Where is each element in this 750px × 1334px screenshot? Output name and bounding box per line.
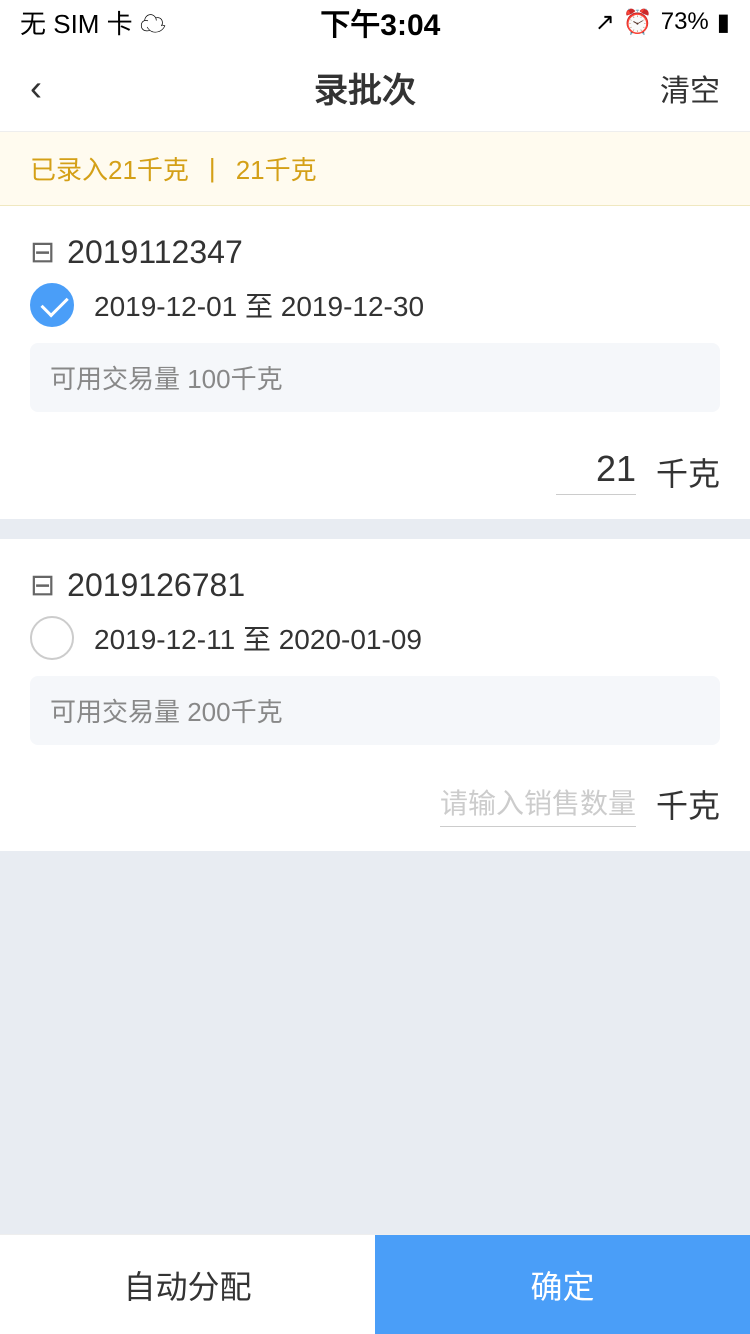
batch-2-icon: ⊟ xyxy=(30,568,55,603)
status-right: ↗ ⏰ 73% ▮ xyxy=(595,8,730,37)
page-title: 录批次 xyxy=(90,63,640,112)
batch-1-number: 2019112347 xyxy=(67,234,243,271)
summary-amount: 21千克 xyxy=(236,150,317,187)
clear-button[interactable]: 清空 xyxy=(640,66,720,110)
no-sim-text: 无 SIM 卡 ☁ xyxy=(20,4,166,41)
batch-2-amount-input[interactable]: 请输入销售数量 xyxy=(440,782,636,827)
alarm-icon: ⏰ xyxy=(623,8,653,37)
batch-1-amount-input[interactable]: 21 xyxy=(556,448,636,495)
batch-1-amount-row: 21 千克 xyxy=(0,428,750,519)
battery-icon: ▮ xyxy=(717,8,730,37)
batch-1-row[interactable]: 2019-12-01 至 2019-12-30 xyxy=(0,283,750,343)
batch-2-radio[interactable] xyxy=(30,616,74,660)
back-button[interactable]: ‹ xyxy=(30,67,90,109)
batch-item-2: ⊟ 2019126781 2019-12-11 至 2020-01-09 可用交… xyxy=(0,539,750,851)
batch-2-header: ⊟ 2019126781 xyxy=(0,539,750,616)
location-icon: ↗ xyxy=(595,8,615,37)
batch-1-radio[interactable] xyxy=(30,283,74,327)
summary-divider: | xyxy=(209,153,216,184)
status-time: 下午3:04 xyxy=(320,0,440,44)
recorded-text: 已录入21千克 xyxy=(30,150,189,187)
nav-bar: ‹ 录批次 清空 xyxy=(0,44,750,132)
batch-2-unit: 千克 xyxy=(656,781,720,827)
auto-distribute-button[interactable]: 自动分配 xyxy=(0,1235,375,1334)
batch-1-available: 可用交易量 100千克 xyxy=(30,343,720,412)
bottom-bar: 自动分配 确定 xyxy=(0,1234,750,1334)
batch-2-date: 2019-12-11 至 2020-01-09 xyxy=(94,618,422,658)
batch-1-icon: ⊟ xyxy=(30,235,55,270)
batch-1-unit: 千克 xyxy=(656,449,720,495)
separator-1 xyxy=(0,519,750,539)
batch-1-date: 2019-12-01 至 2019-12-30 xyxy=(94,285,424,325)
batch-1-header: ⊟ 2019112347 xyxy=(0,206,750,283)
empty-area xyxy=(0,871,750,1291)
battery-text: 73% xyxy=(661,8,709,36)
batch-2-placeholder: 请输入销售数量 xyxy=(440,788,636,819)
batch-item-1: ⊟ 2019112347 2019-12-01 至 2019-12-30 可用交… xyxy=(0,206,750,519)
batch-2-row[interactable]: 2019-12-11 至 2020-01-09 xyxy=(0,616,750,676)
status-bar: 无 SIM 卡 ☁ 下午3:04 ↗ ⏰ 73% ▮ xyxy=(0,0,750,44)
batch-2-number: 2019126781 xyxy=(67,567,245,604)
batch-1-amount-value: 21 xyxy=(596,448,636,489)
summary-bar: 已录入21千克 | 21千克 xyxy=(0,132,750,206)
status-left: 无 SIM 卡 ☁ xyxy=(20,4,166,41)
batch-2-amount-row: 请输入销售数量 千克 xyxy=(0,761,750,851)
batch-2-available: 可用交易量 200千克 xyxy=(30,676,720,745)
confirm-button[interactable]: 确定 xyxy=(375,1235,750,1334)
separator-2 xyxy=(0,851,750,871)
